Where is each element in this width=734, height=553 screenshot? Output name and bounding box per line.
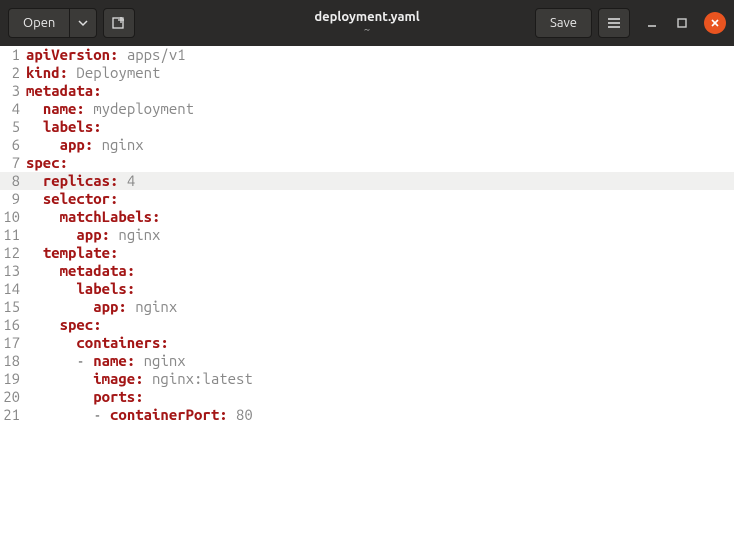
code-content: apiVersion: apps/v1 [24, 46, 186, 64]
line-number: 16 [0, 316, 24, 334]
open-recent-button[interactable] [69, 8, 97, 38]
line-number: 4 [0, 100, 24, 118]
line-number: 2 [0, 64, 24, 82]
line-number: 11 [0, 226, 24, 244]
code-line[interactable]: 4 name: mydeployment [0, 100, 734, 118]
line-number: 18 [0, 352, 24, 370]
code-line[interactable]: 21 - containerPort: 80 [0, 406, 734, 424]
code-content: name: mydeployment [24, 100, 194, 118]
code-line[interactable]: 9 selector: [0, 190, 734, 208]
code-content: kind: Deployment [24, 64, 160, 82]
code-content: spec: [24, 316, 102, 334]
code-content: selector: [24, 190, 118, 208]
save-button[interactable]: Save [535, 8, 592, 38]
code-line[interactable]: 20 ports: [0, 388, 734, 406]
code-line[interactable]: 2kind: Deployment [0, 64, 734, 82]
code-line[interactable]: 1apiVersion: apps/v1 [0, 46, 734, 64]
document-title: deployment.yaml [314, 10, 419, 24]
line-number: 3 [0, 82, 24, 100]
line-number: 15 [0, 298, 24, 316]
code-line[interactable]: 3metadata: [0, 82, 734, 100]
open-button[interactable]: Open [8, 8, 69, 38]
line-number: 8 [0, 172, 24, 190]
title-area: deployment.yaml ~ [314, 10, 419, 36]
line-number: 10 [0, 208, 24, 226]
line-number: 21 [0, 406, 24, 424]
source-view[interactable]: 1apiVersion: apps/v12kind: Deployment3me… [0, 46, 734, 553]
line-number: 1 [0, 46, 24, 64]
code-line[interactable]: 11 app: nginx [0, 226, 734, 244]
code-line[interactable]: 12 template: [0, 244, 734, 262]
open-label: Open [23, 16, 55, 30]
new-tab-icon [112, 16, 126, 30]
new-tab-button[interactable] [103, 8, 135, 38]
minimize-icon [647, 18, 657, 28]
line-number: 17 [0, 334, 24, 352]
code-content: image: nginx:latest [24, 370, 253, 388]
chevron-down-icon [78, 18, 88, 28]
maximize-button[interactable] [674, 15, 690, 31]
code-line[interactable]: 6 app: nginx [0, 136, 734, 154]
code-line[interactable]: 7spec: [0, 154, 734, 172]
code-content: matchLabels: [24, 208, 160, 226]
line-number: 12 [0, 244, 24, 262]
code-line[interactable]: 13 metadata: [0, 262, 734, 280]
hamburger-icon [607, 17, 621, 29]
code-line[interactable]: 5 labels: [0, 118, 734, 136]
save-label: Save [550, 16, 577, 30]
code-content: app: nginx [24, 226, 160, 244]
code-line[interactable]: 17 containers: [0, 334, 734, 352]
line-number: 20 [0, 388, 24, 406]
line-number: 5 [0, 118, 24, 136]
code-line[interactable]: 18 - name: nginx [0, 352, 734, 370]
code-content: spec: [24, 154, 68, 172]
code-line[interactable]: 10 matchLabels: [0, 208, 734, 226]
minimize-button[interactable] [644, 15, 660, 31]
code-line[interactable]: 14 labels: [0, 280, 734, 298]
code-content: ports: [24, 388, 144, 406]
code-content: - name: nginx [24, 352, 186, 370]
code-content: template: [24, 244, 118, 262]
line-number: 9 [0, 190, 24, 208]
line-number: 13 [0, 262, 24, 280]
line-number: 19 [0, 370, 24, 388]
code-content: labels: [24, 280, 135, 298]
code-content: app: nginx [24, 298, 177, 316]
line-number: 7 [0, 154, 24, 172]
code-content: metadata: [24, 262, 135, 280]
open-group: Open [8, 8, 97, 38]
code-line[interactable]: 19 image: nginx:latest [0, 370, 734, 388]
line-number: 14 [0, 280, 24, 298]
menu-button[interactable] [598, 8, 630, 38]
close-icon [710, 18, 720, 28]
code-line[interactable]: 16 spec: [0, 316, 734, 334]
code-line[interactable]: 8 replicas: 4 [0, 172, 734, 190]
code-content: replicas: 4 [24, 172, 135, 190]
code-content: containers: [24, 334, 169, 352]
window-controls [644, 12, 726, 34]
code-content: - containerPort: 80 [24, 406, 253, 424]
code-content: metadata: [24, 82, 102, 100]
document-path: ~ [314, 24, 419, 36]
maximize-icon [677, 18, 687, 28]
close-button[interactable] [704, 12, 726, 34]
code-line[interactable]: 15 app: nginx [0, 298, 734, 316]
code-content: labels: [24, 118, 102, 136]
code-content: app: nginx [24, 136, 144, 154]
headerbar: Open deployment.yaml ~ Save [0, 0, 734, 46]
line-number: 6 [0, 136, 24, 154]
